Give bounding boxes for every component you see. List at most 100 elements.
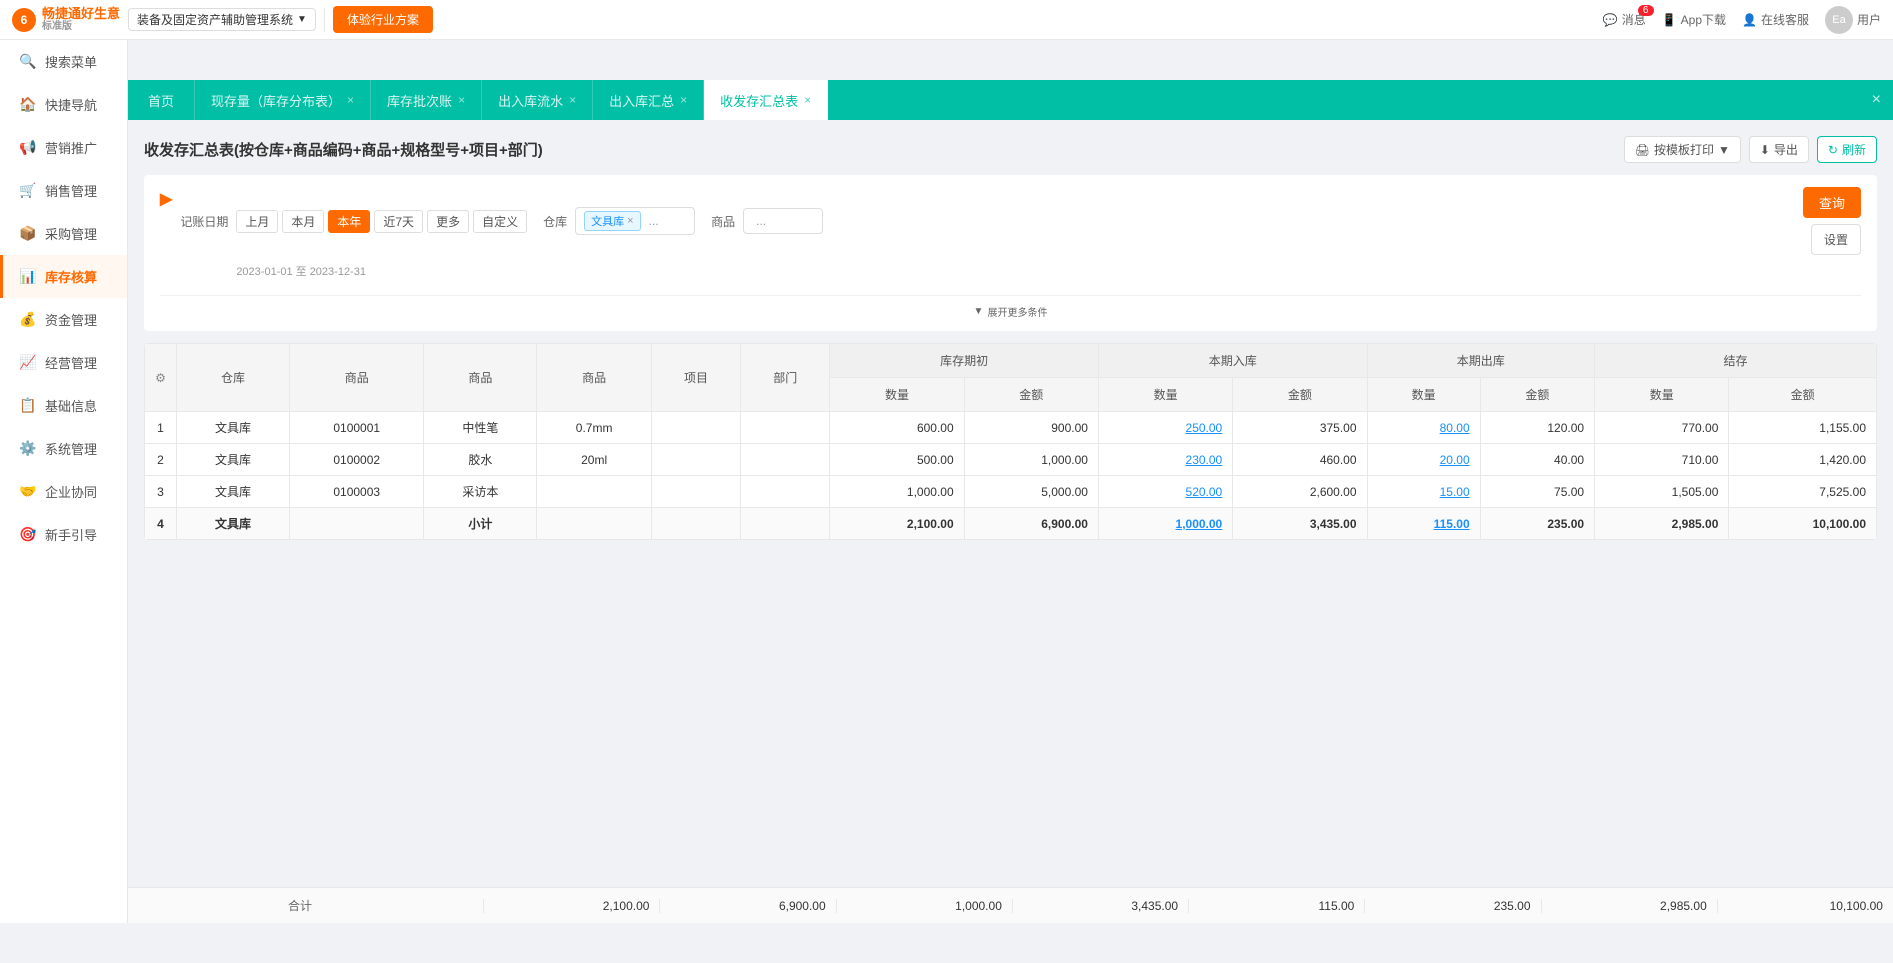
row1-in-qty-link[interactable]: 250.00 <box>1186 421 1223 435</box>
user-item[interactable]: Ea 用户 <box>1825 6 1881 34</box>
tab-batch-ledger-label: 库存批次账 <box>387 91 452 110</box>
date-btn-this-year[interactable]: 本年 <box>328 210 370 233</box>
sidebar-item-system[interactable]: ⚙️ 系统管理 <box>0 427 127 470</box>
filter-expand-button[interactable]: ▶ <box>160 189 172 209</box>
col-settings-header[interactable]: ⚙ <box>145 344 177 412</box>
sidebar-item-marketing[interactable]: 📢 营销推广 <box>0 126 127 169</box>
sidebar-item-finance[interactable]: 💰 资金管理 <box>0 298 127 341</box>
system-select[interactable]: 装备及固定资产辅助管理系统 ▼ <box>128 8 316 31</box>
app-download-item[interactable]: 📱 App下载 <box>1662 11 1726 28</box>
top-header: 6 畅捷通好生意 标准版 装备及固定资产辅助管理系统 ▼ 体验行业方案 💬 消息… <box>0 0 1893 40</box>
row1-in-amt: 375.00 <box>1233 412 1367 444</box>
row3-out-amt: 75.00 <box>1480 476 1594 508</box>
row1-name: 中性笔 <box>424 412 537 444</box>
col-bal-amt-header: 金额 <box>1729 378 1877 412</box>
marketing-icon: 📢 <box>19 139 37 157</box>
total-bal-qty: 2,985.00 <box>1541 899 1717 913</box>
row4-in-qty-link[interactable]: 1,000.00 <box>1176 517 1223 531</box>
date-btn-custom[interactable]: 自定义 <box>473 210 527 233</box>
date-btn-more[interactable]: 更多 <box>427 210 469 233</box>
main-content: 首页 现存量（库存分布表） × 库存批次账 × 出入库流水 × 出入库汇总 × … <box>128 80 1893 963</box>
row3-in-qty-link[interactable]: 520.00 <box>1186 485 1223 499</box>
tab-in-out-summary[interactable]: 出入库汇总 × <box>593 80 704 120</box>
date-btn-this-month[interactable]: 本月 <box>282 210 324 233</box>
tab-receipt-summary[interactable]: 收发存汇总表 × <box>704 80 828 120</box>
sidebar-label-sales: 销售管理 <box>45 181 97 200</box>
sidebar-item-quicknav[interactable]: 🏠 快捷导航 <box>0 83 127 126</box>
sidebar-item-guide[interactable]: 🎯 新手引导 <box>0 513 127 556</box>
query-button[interactable]: 查询 <box>1803 187 1861 218</box>
commodity-input[interactable]: ... <box>743 208 823 234</box>
row1-out-qty-link[interactable]: 80.00 <box>1440 421 1470 435</box>
tab-batch-ledger[interactable]: 库存批次账 × <box>371 80 482 120</box>
date-btn-7days[interactable]: 近7天 <box>374 210 423 233</box>
row2-bal-amt: 1,420.00 <box>1729 444 1877 476</box>
total-out-qty: 115.00 <box>1188 899 1364 913</box>
total-in-amt: 3,435.00 <box>1012 899 1188 913</box>
tab-batch-ledger-close[interactable]: × <box>458 93 465 107</box>
tab-in-out-flow-close[interactable]: × <box>569 93 576 107</box>
total-open-qty: 2,100.00 <box>483 899 659 913</box>
commodity-more[interactable]: ... <box>752 212 770 230</box>
brand-sub: 标准版 <box>42 21 120 33</box>
app-download-label: App下载 <box>1681 11 1726 28</box>
tab-receipt-summary-close[interactable]: × <box>804 93 811 107</box>
table-settings-icon[interactable]: ⚙ <box>155 371 166 385</box>
row2-dept <box>741 444 830 476</box>
sidebar-item-search[interactable]: 🔍 搜索菜单 <box>0 40 127 83</box>
tab-home-label: 首页 <box>148 91 174 110</box>
row4-no: 4 <box>145 508 177 540</box>
row1-dept <box>741 412 830 444</box>
settings-button[interactable]: 设置 <box>1811 224 1861 255</box>
expand-more-btn[interactable]: ▼ 展开更多条件 <box>974 304 1048 319</box>
tab-in-out-flow[interactable]: 出入库流水 × <box>482 80 593 120</box>
logo-circle: 6 <box>12 8 36 32</box>
warehouse-input[interactable]: 文具库 × ... <box>575 207 695 235</box>
total-out-amt: 235.00 <box>1364 899 1540 913</box>
home-icon: 🏠 <box>19 96 37 114</box>
row3-out-qty-link[interactable]: 15.00 <box>1440 485 1470 499</box>
commodity-filter-group: 商品 ... <box>711 208 823 234</box>
row3-name: 采访本 <box>424 476 537 508</box>
refresh-button[interactable]: ↻ 刷新 <box>1817 136 1877 163</box>
row3-in-qty[interactable]: 520.00 <box>1098 476 1232 508</box>
sidebar-label-guide: 新手引导 <box>45 525 97 544</box>
sidebar-label-search: 搜索菜单 <box>45 52 97 71</box>
row4-in-qty[interactable]: 1,000.00 <box>1098 508 1232 540</box>
sidebar-item-operations[interactable]: 📈 经营管理 <box>0 341 127 384</box>
tab-stock-dist-close[interactable]: × <box>347 93 354 107</box>
row2-code: 0100002 <box>290 444 424 476</box>
date-btn-last-month[interactable]: 上月 <box>236 210 278 233</box>
tab-in-out-summary-close[interactable]: × <box>680 93 687 107</box>
table-wrapper: ⚙ 仓库 商品 商品 商品 项目 部门 库存期初 本期入库 本期出库 结存 <box>144 343 1877 540</box>
tab-bar-close-all[interactable]: × <box>1872 91 1881 109</box>
row1-in-qty[interactable]: 250.00 <box>1098 412 1232 444</box>
row1-no: 1 <box>145 412 177 444</box>
sidebar-label-purchase: 采购管理 <box>45 224 97 243</box>
row2-in-qty-link[interactable]: 230.00 <box>1186 453 1223 467</box>
sidebar-item-purchase[interactable]: 📦 采购管理 <box>0 212 127 255</box>
warehouse-more[interactable]: ... <box>645 212 663 230</box>
export-button[interactable]: ⬇ 导出 <box>1749 136 1809 163</box>
sidebar-item-basic[interactable]: 📋 基础信息 <box>0 384 127 427</box>
tab-home[interactable]: 首页 <box>128 80 195 120</box>
sidebar-item-sales[interactable]: 🛒 销售管理 <box>0 169 127 212</box>
row2-out-qty-link[interactable]: 20.00 <box>1440 453 1470 467</box>
tab-receipt-summary-label: 收发存汇总表 <box>720 91 798 110</box>
date-filter-group: 记账日期 上月 本月 本年 近7天 更多 自定义 <box>180 210 527 233</box>
sidebar-item-inventory[interactable]: 📊 库存核算 <box>0 255 127 298</box>
trial-button[interactable]: 体验行业方案 <box>333 6 433 33</box>
row2-out-qty[interactable]: 20.00 <box>1367 444 1480 476</box>
row3-out-qty[interactable]: 15.00 <box>1367 476 1480 508</box>
online-service-item[interactable]: 👤 在线客服 <box>1742 11 1809 28</box>
message-item[interactable]: 💬 消息 6 <box>1603 11 1646 28</box>
row1-out-qty[interactable]: 80.00 <box>1367 412 1480 444</box>
tab-stock-dist[interactable]: 现存量（库存分布表） × <box>195 80 371 120</box>
row2-in-qty[interactable]: 230.00 <box>1098 444 1232 476</box>
print-dropdown-icon: ▼ <box>1718 143 1730 157</box>
sidebar-item-enterprise[interactable]: 🤝 企业协同 <box>0 470 127 513</box>
print-button[interactable]: 🖨 按模板打印 ▼ <box>1624 136 1741 163</box>
row4-out-qty-link[interactable]: 115.00 <box>1434 517 1470 531</box>
row4-out-qty[interactable]: 115.00 <box>1367 508 1480 540</box>
warehouse-tag-close[interactable]: × <box>627 215 633 227</box>
